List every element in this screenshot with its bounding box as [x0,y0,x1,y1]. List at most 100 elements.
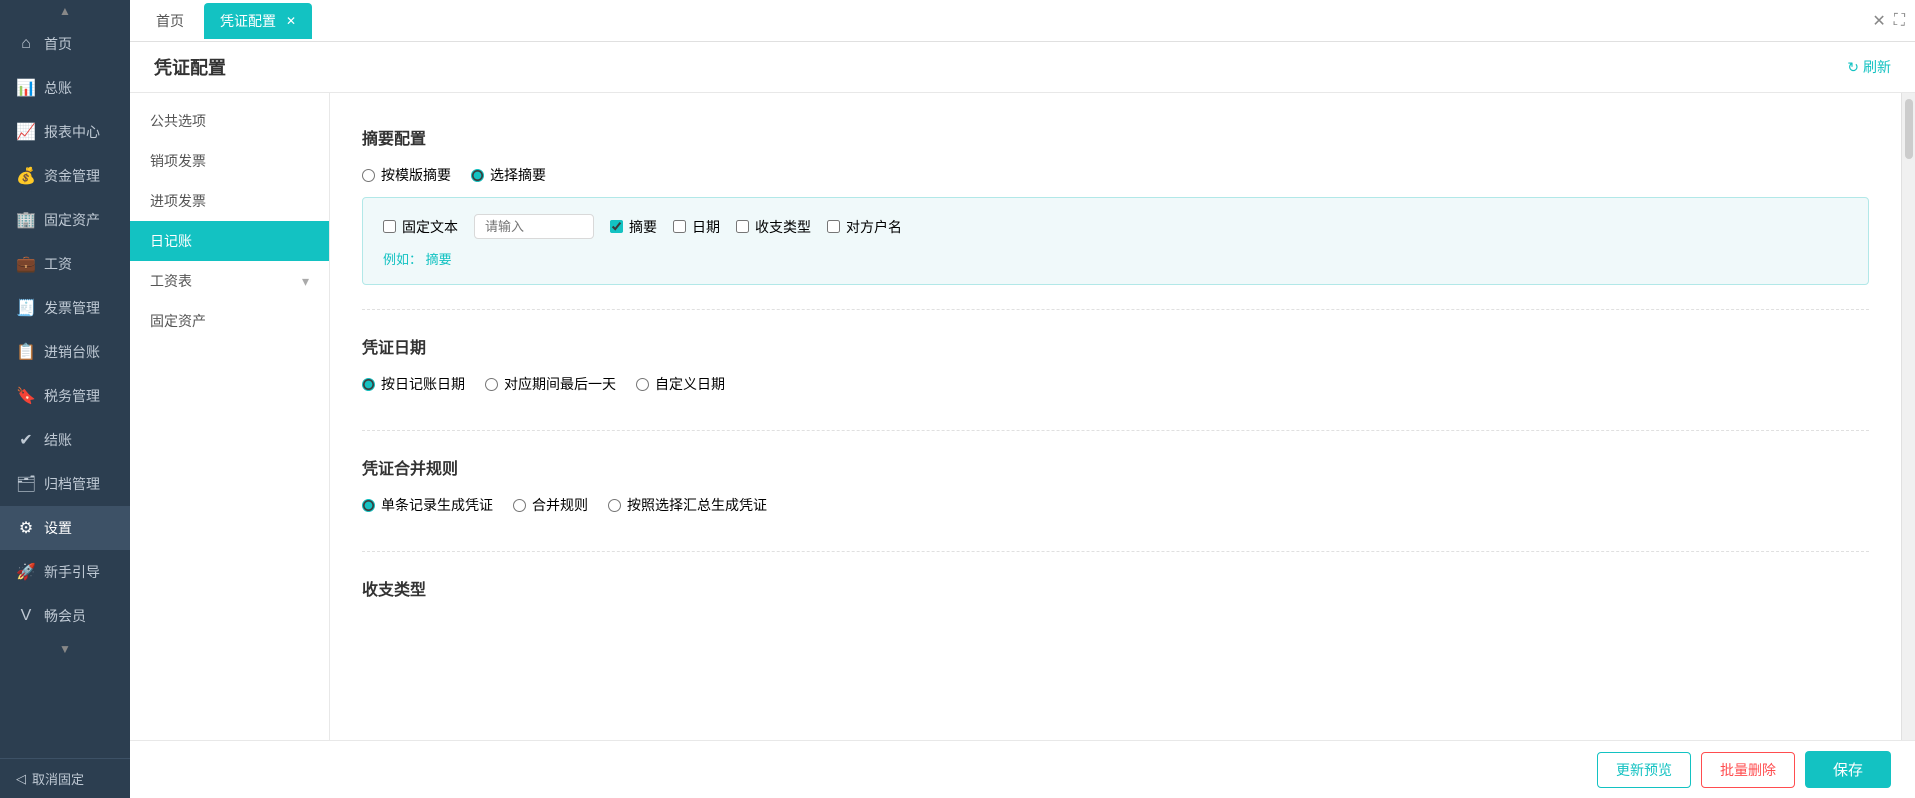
checkbox-income-type-input[interactable] [736,220,749,233]
payroll-icon: 💼 [16,254,36,274]
bottom-bar: 更新预览 批量删除 保存 [130,740,1915,798]
sidebar-scroll-up[interactable]: ▲ [0,0,130,22]
home-icon: ⌂ [16,35,36,53]
radio-template-summary[interactable]: 按模版摘要 [362,165,451,185]
settlement-icon: ✔ [16,430,36,450]
sidebar-item-settlement[interactable]: ✔ 结账 [0,418,130,462]
funds-icon: 💰 [16,166,36,186]
page-title: 凭证配置 [154,54,226,80]
left-nav-payroll-table[interactable]: 工资表 ▾ [130,261,329,301]
vip-icon: V [16,607,36,625]
tax-icon: 🔖 [16,386,36,406]
sidebar-item-payroll[interactable]: 💼 工资 [0,242,130,286]
radio-select-summary[interactable]: 选择摘要 [471,165,546,185]
sidebar-item-funds[interactable]: 💰 资金管理 [0,154,130,198]
checkbox-fixed-text[interactable]: 固定文本 [383,217,458,237]
sidebar-item-guide[interactable]: 🚀 新手引导 [0,550,130,594]
sidebar-unpin[interactable]: ◁ 取消固定 [0,758,130,798]
unpin-icon: ◁ [16,771,26,787]
voucher-date-title: 凭证日期 [362,334,1869,358]
checkbox-date-input[interactable] [673,220,686,233]
ledger-icon: 📊 [16,78,36,98]
merge-rules-radio-row: 单条记录生成凭证 合并规则 按照选择汇总生成凭证 [362,495,1869,515]
sidebar-item-purchases[interactable]: 📋 进销台账 [0,330,130,374]
checkbox-summary-input[interactable] [610,220,623,233]
merge-rules-title: 凭证合并规则 [362,455,1869,479]
left-nav-purchase-invoice[interactable]: 进项发票 [130,181,329,221]
scroll-thumb[interactable] [1905,99,1913,159]
checkbox-income-type[interactable]: 收支类型 [736,217,811,237]
radio-by-selection[interactable]: 按照选择汇总生成凭证 [608,495,767,515]
fixed-text-input[interactable] [474,214,594,239]
tab-expand-btn[interactable]: ⛶ [1894,11,1905,31]
page-header: 凭证配置 ↻ 刷新 [130,42,1915,93]
sidebar-item-vip[interactable]: V 畅会员 [0,594,130,638]
reports-icon: 📈 [16,122,36,142]
content-wrapper: 公共选项 销项发票 进项发票 日记账 工资表 ▾ 固定资产 摘要配置 [130,93,1915,740]
archive-icon: 🗂 [16,474,36,494]
radio-merge-rules-input[interactable] [513,499,526,512]
radio-by-journal-date[interactable]: 按日记账日期 [362,374,465,394]
radio-select-summary-input[interactable] [471,169,484,182]
tab-close-voucher[interactable]: ✕ [286,14,296,28]
sidebar-item-assets[interactable]: 🏢 固定资产 [0,198,130,242]
summary-box: 固定文本 摘要 日期 收支类型 [362,197,1869,285]
left-nav-journal[interactable]: 日记账 [130,221,329,261]
sidebar-item-settings[interactable]: ⚙ 设置 [0,506,130,550]
sidebar-scroll-down[interactable]: ▼ [0,638,130,660]
voucher-date-radio-row: 按日记账日期 对应期间最后一天 自定义日期 [362,374,1869,394]
save-button[interactable]: 保存 [1805,751,1891,788]
sidebar-item-archive[interactable]: 🗂 归档管理 [0,462,130,506]
checkbox-counterpart[interactable]: 对方户名 [827,217,902,237]
settings-icon: ⚙ [16,518,36,538]
radio-custom-date-input[interactable] [636,378,649,391]
checkbox-summary[interactable]: 摘要 [610,217,657,237]
section-voucher-date: 凭证日期 按日记账日期 对应期间最后一天 自定义日期 [362,334,1869,431]
right-content: 摘要配置 按模版摘要 选择摘要 固定文本 [330,93,1901,740]
sidebar-item-tax[interactable]: 🔖 税务管理 [0,374,130,418]
batch-delete-button[interactable]: 批量删除 [1701,752,1795,788]
sidebar-item-home[interactable]: ⌂ 首页 [0,22,130,66]
tab-voucher-config[interactable]: 凭证配置 ✕ [204,3,312,39]
section-merge-rules: 凭证合并规则 单条记录生成凭证 合并规则 按照选择汇总生成凭证 [362,455,1869,552]
invoice-mgmt-icon: 🧾 [16,298,36,318]
purchases-icon: 📋 [16,342,36,362]
left-nav: 公共选项 销项发票 进项发票 日记账 工资表 ▾ 固定资产 [130,93,330,740]
radio-single-record[interactable]: 单条记录生成凭证 [362,495,493,515]
checkbox-date[interactable]: 日期 [673,217,720,237]
left-nav-fixed-assets[interactable]: 固定资产 [130,301,329,341]
chevron-down-icon: ▾ [302,273,309,290]
radio-merge-rules[interactable]: 合并规则 [513,495,588,515]
radio-custom-date[interactable]: 自定义日期 [636,374,725,394]
summary-radio-row: 按模版摘要 选择摘要 [362,165,1869,185]
income-expense-title: 收支类型 [362,576,1869,600]
sidebar-item-ledger[interactable]: 📊 总账 [0,66,130,110]
sidebar: ▲ ⌂ 首页 📊 总账 📈 报表中心 💰 资金管理 🏢 固定资产 💼 工资 🧾 … [0,0,130,798]
tab-bar: 首页 凭证配置 ✕ ✕ ⛶ [130,0,1915,42]
summary-example: 例如： 摘要 [383,249,1848,268]
radio-by-selection-input[interactable] [608,499,621,512]
section-summary-config: 摘要配置 按模版摘要 选择摘要 固定文本 [362,125,1869,310]
summary-fields-row: 固定文本 摘要 日期 收支类型 [383,214,1848,239]
radio-template-summary-input[interactable] [362,169,375,182]
radio-last-day-of-period-input[interactable] [485,378,498,391]
update-preview-button[interactable]: 更新预览 [1597,752,1691,788]
main-area: 首页 凭证配置 ✕ ✕ ⛶ 凭证配置 ↻ 刷新 公共选项 销项发票 进 [130,0,1915,798]
left-nav-public[interactable]: 公共选项 [130,101,329,141]
radio-single-record-input[interactable] [362,499,375,512]
sidebar-item-invoice-mgmt[interactable]: 🧾 发票管理 [0,286,130,330]
refresh-button[interactable]: ↻ 刷新 [1847,57,1891,77]
tab-close-window-btn[interactable]: ✕ [1872,11,1885,31]
radio-by-journal-date-input[interactable] [362,378,375,391]
radio-last-day-of-period[interactable]: 对应期间最后一天 [485,374,616,394]
sidebar-item-reports[interactable]: 📈 报表中心 [0,110,130,154]
checkbox-counterpart-input[interactable] [827,220,840,233]
assets-icon: 🏢 [16,210,36,230]
section-income-expense: 收支类型 [362,576,1869,640]
refresh-icon: ↻ [1847,59,1859,76]
scroll-track [1901,93,1915,740]
summary-config-title: 摘要配置 [362,125,1869,149]
checkbox-fixed-text-input[interactable] [383,220,396,233]
left-nav-sales-invoice[interactable]: 销项发票 [130,141,329,181]
tab-home[interactable]: 首页 [140,3,200,39]
